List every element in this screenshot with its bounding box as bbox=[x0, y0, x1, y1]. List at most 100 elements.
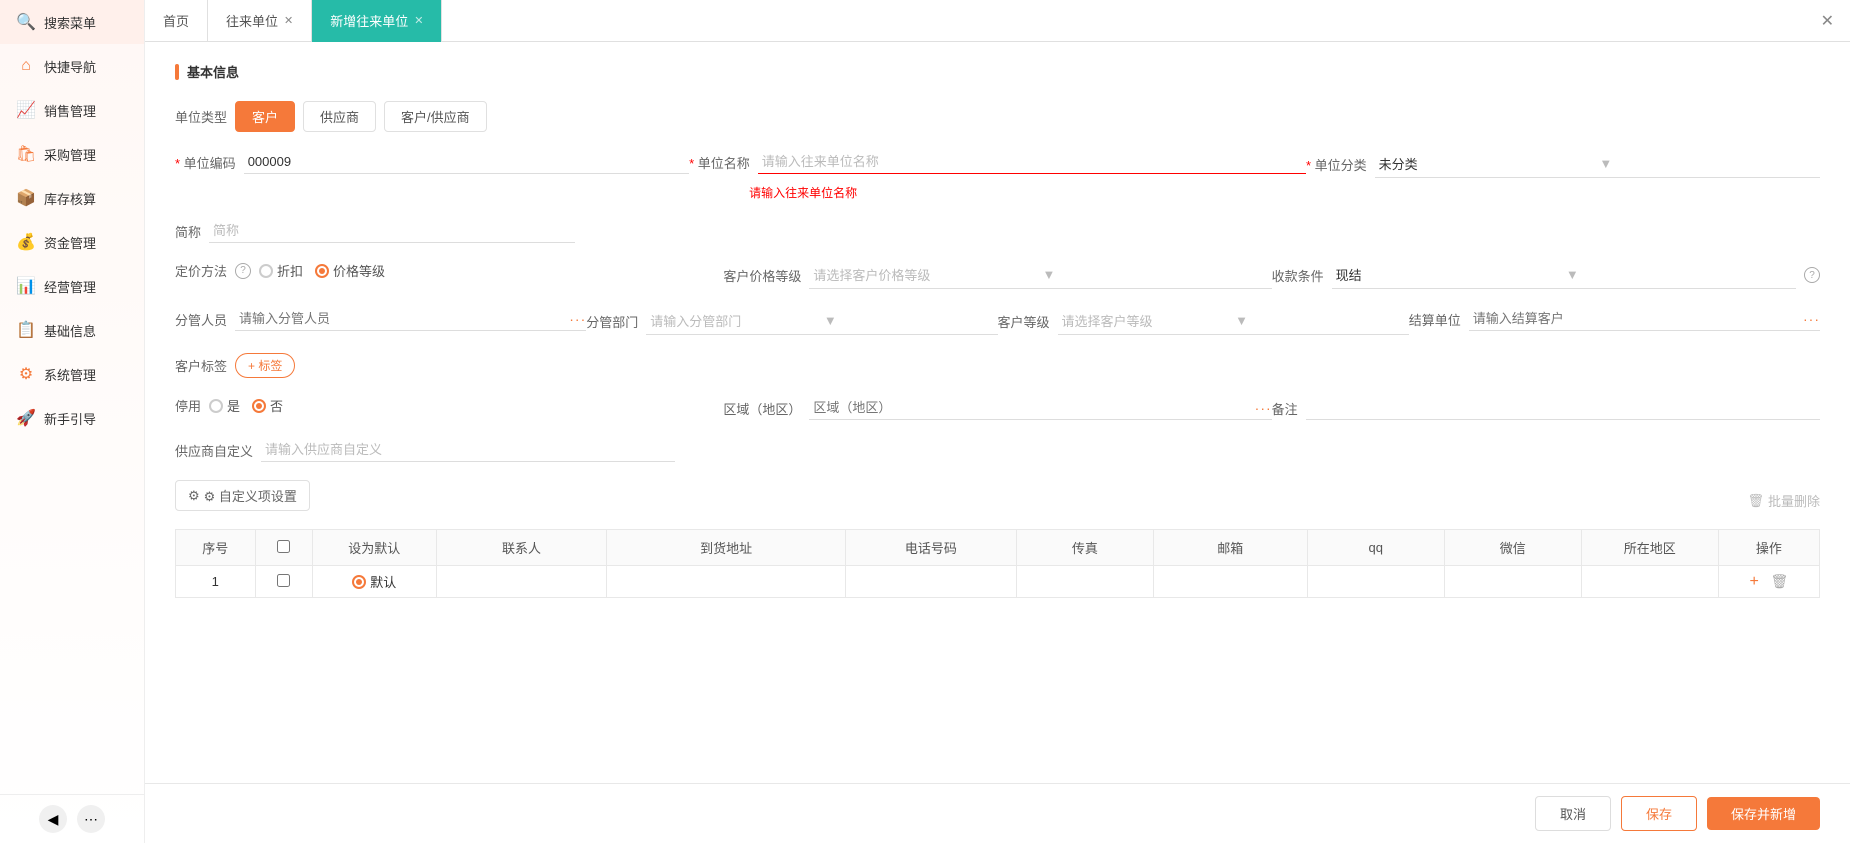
sales-icon: 📈 bbox=[16, 100, 36, 120]
input-wrap-manager: ··· bbox=[235, 307, 586, 331]
row-delete-btn[interactable]: 🗑 bbox=[1771, 573, 1789, 589]
input-unit-code[interactable] bbox=[244, 150, 689, 174]
unit-btn-both[interactable]: 客户/供应商 bbox=[384, 101, 487, 132]
label-unit-name: 单位名称 bbox=[689, 153, 750, 172]
custom-setting-btn[interactable]: ⚙ ⚙ 自定义项设置 bbox=[175, 480, 310, 511]
input-settlement[interactable] bbox=[1469, 307, 1803, 330]
add-tag-btn[interactable]: + 标签 bbox=[235, 353, 295, 378]
select-payment-terms[interactable]: 现结 ▼ bbox=[1332, 261, 1796, 289]
label-short-name: 简称 bbox=[175, 222, 201, 241]
input-phone[interactable] bbox=[891, 574, 971, 589]
form-row-unit-type: 单位类型 客户 供应商 客户/供应商 bbox=[175, 101, 1820, 132]
payment-help-icon[interactable]: ? bbox=[1804, 267, 1820, 283]
th-action: 操作 bbox=[1718, 530, 1819, 566]
input-email[interactable] bbox=[1195, 574, 1265, 589]
td-area[interactable] bbox=[1581, 566, 1718, 598]
manager-dots[interactable]: ··· bbox=[569, 311, 586, 327]
input-area[interactable] bbox=[1620, 574, 1680, 589]
row-checkbox[interactable] bbox=[277, 574, 290, 587]
sidebar-item-system[interactable]: ⚙ 系统管理 bbox=[0, 352, 144, 396]
settlement-dots[interactable]: ··· bbox=[1803, 311, 1820, 327]
td-fax[interactable] bbox=[1016, 566, 1153, 598]
sidebar-item-guide[interactable]: 🚀 新手引导 bbox=[0, 396, 144, 440]
section-header-basic: 基本信息 bbox=[175, 62, 1820, 81]
label-manager: 分管人员 bbox=[175, 310, 227, 329]
th-checkbox[interactable] bbox=[277, 540, 290, 553]
td-email[interactable] bbox=[1153, 566, 1307, 598]
input-supplier-custom[interactable] bbox=[261, 438, 675, 462]
region-dots[interactable]: ··· bbox=[1255, 400, 1272, 416]
select-unit-category[interactable]: 未分类 ▼ bbox=[1375, 150, 1820, 178]
radio-disabled-yes-circle bbox=[209, 399, 223, 413]
input-region[interactable] bbox=[809, 396, 1254, 419]
tab-partner[interactable]: 往来单位 ✕ bbox=[208, 0, 312, 42]
radio-discount[interactable]: 折扣 bbox=[259, 261, 303, 280]
form-group-pricing: 定价方法 ? 折扣 价格等级 bbox=[175, 261, 723, 280]
label-customer-price-level: 客户价格等级 bbox=[723, 266, 801, 285]
td-wechat[interactable] bbox=[1444, 566, 1581, 598]
input-contact[interactable] bbox=[481, 574, 561, 589]
input-unit-name[interactable] bbox=[758, 150, 1306, 174]
input-remark[interactable] bbox=[1306, 396, 1820, 420]
sidebar-collapse-btn[interactable]: ◀ bbox=[39, 805, 67, 833]
input-wechat[interactable] bbox=[1483, 574, 1543, 589]
save-new-button[interactable]: 保存并新增 bbox=[1707, 797, 1820, 830]
input-short-name[interactable] bbox=[209, 219, 575, 243]
th-fax: 传真 bbox=[1016, 530, 1153, 566]
row-add-btn[interactable]: + bbox=[1750, 573, 1759, 590]
input-manager[interactable] bbox=[235, 307, 569, 330]
save-button[interactable]: 保存 bbox=[1621, 796, 1697, 831]
sidebar-item-purchase[interactable]: 🛍 采购管理 bbox=[0, 132, 144, 176]
select-customer-price-level[interactable]: 请选择客户价格等级 ▼ bbox=[809, 261, 1271, 289]
sidebar-item-operation[interactable]: 📊 经营管理 bbox=[0, 264, 144, 308]
cancel-button[interactable]: 取消 bbox=[1535, 796, 1611, 831]
sidebar-more-btn[interactable]: ⋯ bbox=[77, 805, 105, 833]
th-qq: qq bbox=[1307, 530, 1444, 566]
chevron-department: ▼ bbox=[824, 313, 994, 328]
label-payment-terms: 收款条件 bbox=[1272, 266, 1324, 285]
label-region: 区域（地区） bbox=[723, 399, 801, 418]
tab-home[interactable]: 首页 bbox=[145, 0, 208, 42]
td-address[interactable] bbox=[607, 566, 846, 598]
unit-btn-supplier[interactable]: 供应商 bbox=[303, 101, 376, 132]
radio-price-level[interactable]: 价格等级 bbox=[315, 261, 385, 280]
input-fax[interactable] bbox=[1055, 574, 1115, 589]
chevron-unit-category: ▼ bbox=[1599, 156, 1816, 171]
th-check bbox=[255, 530, 313, 566]
sidebar-item-finance[interactable]: 💰 资金管理 bbox=[0, 220, 144, 264]
form-group-supplier-custom: 供应商自定义 bbox=[175, 438, 675, 462]
pricing-help-icon[interactable]: ? bbox=[235, 263, 251, 279]
td-contact[interactable] bbox=[436, 566, 607, 598]
sidebar: 🔍 搜索菜单 ⌂ 快捷导航 📈 销售管理 🛍 采购管理 📦 库存核算 💰 资金管… bbox=[0, 0, 145, 843]
unit-btn-customer[interactable]: 客户 bbox=[235, 101, 295, 132]
td-phone[interactable] bbox=[845, 566, 1016, 598]
sidebar-item-quicknav[interactable]: ⌂ 快捷导航 bbox=[0, 44, 144, 88]
sidebar-item-basic[interactable]: 📋 基础信息 bbox=[0, 308, 144, 352]
select-department[interactable]: 请输入分管部门 ▼ bbox=[646, 307, 997, 335]
td-qq[interactable] bbox=[1307, 566, 1444, 598]
tab-new-partner-close[interactable]: ✕ bbox=[414, 14, 423, 27]
form-row-disabled-region: 停用 是 否 区域（地区） ··· bbox=[175, 396, 1820, 420]
system-icon: ⚙ bbox=[16, 364, 36, 384]
label-customer-tag: 客户标签 bbox=[175, 356, 227, 375]
input-qq[interactable] bbox=[1346, 574, 1406, 589]
radio-disabled-yes[interactable]: 是 bbox=[209, 396, 240, 415]
search-icon: 🔍 bbox=[16, 12, 36, 32]
label-settlement: 结算单位 bbox=[1409, 310, 1461, 329]
tab-partner-close[interactable]: ✕ bbox=[284, 14, 293, 27]
select-customer-level[interactable]: 请选择客户等级 ▼ bbox=[1058, 307, 1409, 335]
unit-type-buttons: 客户 供应商 客户/供应商 bbox=[235, 101, 487, 132]
sidebar-item-search[interactable]: 🔍 搜索菜单 bbox=[0, 0, 144, 44]
form-group-unit-type: 单位类型 客户 供应商 客户/供应商 bbox=[175, 101, 1820, 132]
input-address[interactable] bbox=[666, 574, 786, 589]
radio-disabled-no[interactable]: 否 bbox=[252, 396, 283, 415]
sidebar-item-inventory[interactable]: 📦 库存核算 bbox=[0, 176, 144, 220]
sidebar-item-sales[interactable]: 📈 销售管理 bbox=[0, 88, 144, 132]
tab-bar-close-all[interactable]: ✕ bbox=[1805, 11, 1850, 31]
tab-new-partner[interactable]: 新增往来单位 ✕ bbox=[312, 0, 442, 42]
batch-delete-btn[interactable]: 🗑 批量删除 bbox=[1747, 491, 1820, 510]
th-wechat: 微信 bbox=[1444, 530, 1581, 566]
row-default-radio[interactable] bbox=[352, 575, 366, 589]
radio-discount-circle bbox=[259, 264, 273, 278]
form-group-payment-terms: 收款条件 现结 ▼ ? bbox=[1272, 261, 1820, 289]
